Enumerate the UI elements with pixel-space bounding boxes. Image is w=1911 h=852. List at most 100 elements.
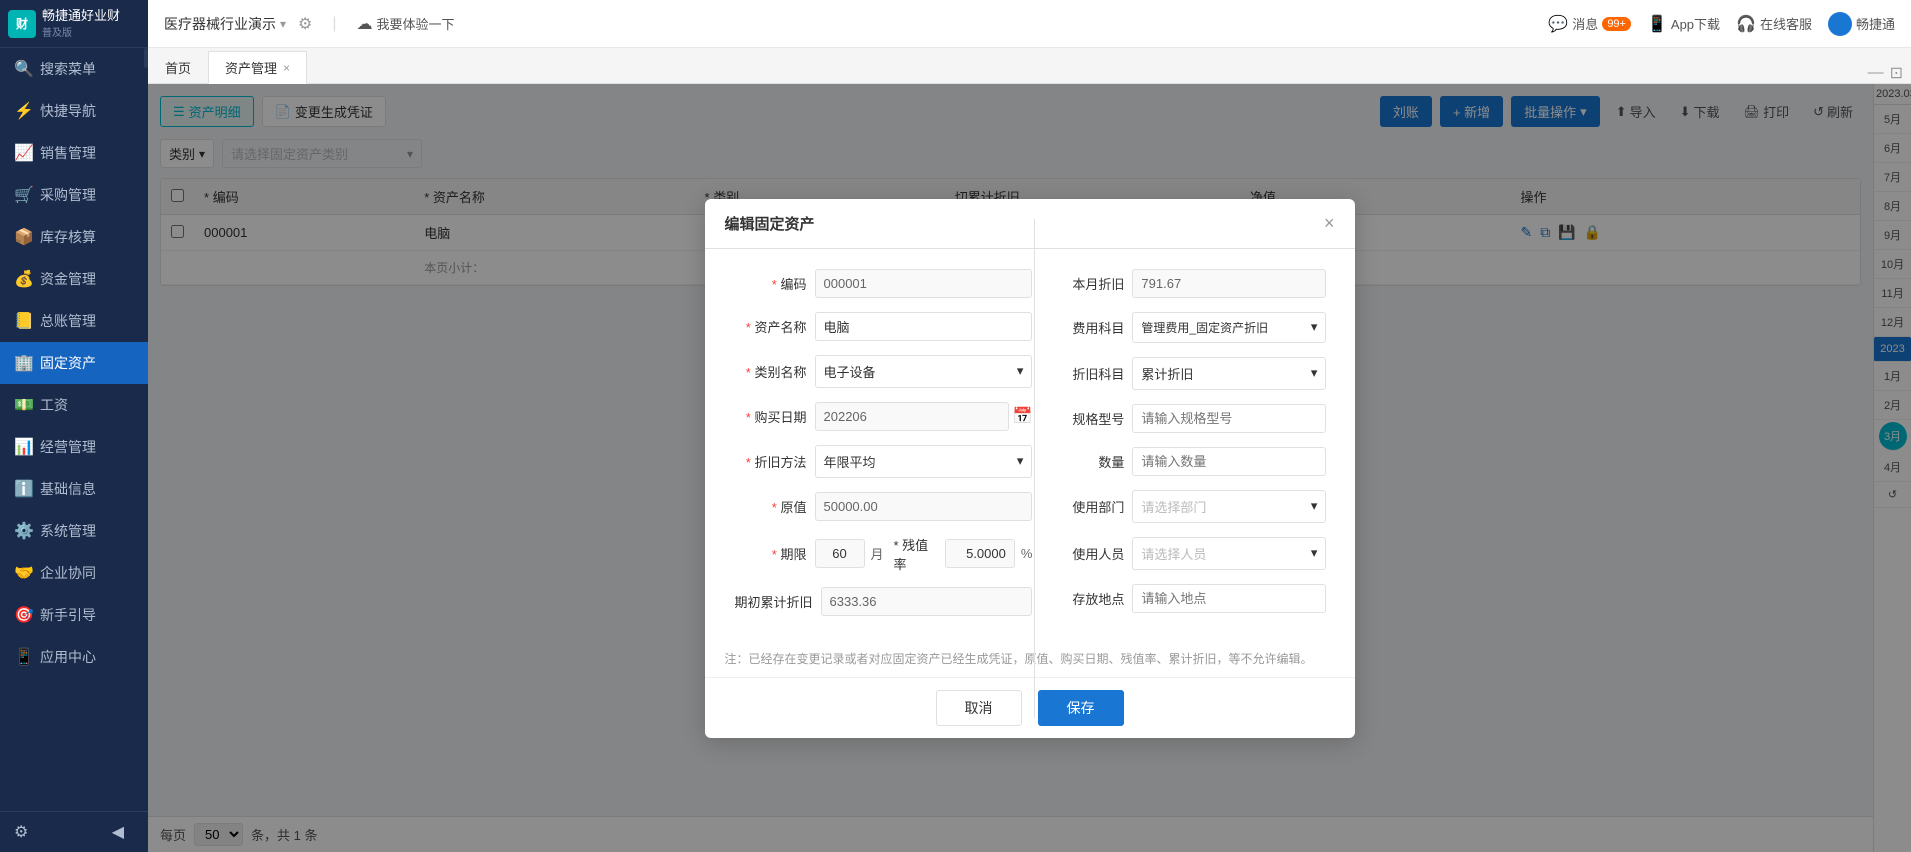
sidebar-header: 财 畅捷通好业财 普及版 [0, 0, 148, 48]
form-row-location: 存放地点 [1052, 584, 1326, 613]
chevron-down-icon: ▾ [1017, 363, 1024, 379]
form-row-person: 使用人员 请选择人员 ▾ [1052, 537, 1326, 570]
modal-note: 注：已经存在变更记录或者对应固定资产已经生成凭证，原值、购买日期、残值率、累计折… [705, 650, 1355, 677]
experience-btn[interactable]: ☁ 我要体验一下 [357, 14, 455, 34]
app-center-icon: 📱 [14, 647, 32, 667]
form-row-depreciation-account: 折旧科目 累计折旧 ▾ [1052, 357, 1326, 390]
form-right-col: 本月折旧 费用科目 管理费用_固定资产折旧 ▾ [1042, 269, 1336, 630]
purchase-date-input[interactable] [815, 402, 1009, 431]
message-badge: 99+ [1602, 17, 1631, 31]
tabs-bar: 首页 资产管理 × — ⊡ [148, 48, 1911, 84]
category-select[interactable]: 电子设备 ▾ [815, 355, 1033, 388]
collapse-icon[interactable]: ◀ [112, 822, 124, 842]
form-divider [1034, 219, 1035, 718]
form-grid: * 编码 * 资产名称 * 类别名称 [725, 269, 1335, 630]
depreciation-method-select[interactable]: 年限平均 ▾ [815, 445, 1033, 478]
app-title: 畅捷通好业财 [42, 8, 120, 24]
initial-depreciation-input[interactable] [821, 587, 1033, 616]
sidebar-item-sales[interactable]: 📈 销售管理 [0, 132, 148, 174]
edit-asset-modal: 编辑固定资产 × * 编码 [705, 199, 1355, 738]
department-select[interactable]: 请选择部门 ▾ [1132, 490, 1326, 523]
app-edition: 普及版 [42, 24, 120, 39]
settings-header-icon[interactable]: ⚙ [298, 14, 312, 34]
enterprise-icon: 🤝 [14, 563, 32, 583]
quick-nav-icon: ⚡ [14, 101, 32, 121]
company-name: 医疗器械行业演示 ▾ [164, 14, 286, 34]
code-input[interactable] [815, 269, 1033, 298]
expense-account-select[interactable]: 管理费用_固定资产折旧 ▾ [1132, 312, 1326, 343]
tab-close-icon[interactable]: × [283, 61, 290, 75]
name-input[interactable] [815, 312, 1033, 341]
location-input[interactable] [1132, 584, 1326, 613]
ledger-icon: 📒 [14, 311, 32, 331]
top-header: 医疗器械行业演示 ▾ ⚙ | ☁ 我要体验一下 💬 消息 99+ 📱 App下载… [148, 0, 1911, 48]
finance-icon: 💰 [14, 269, 32, 289]
form-row-purchase-date: * 购买日期 📅 [735, 402, 1033, 431]
message-btn[interactable]: 💬 消息 99+ [1548, 14, 1631, 34]
modal-footer: 取消 保存 [705, 677, 1355, 738]
header-right: 💬 消息 99+ 📱 App下载 🎧 在线客服 👤 畅捷通 [1548, 12, 1895, 36]
settings-icon[interactable]: ⚙ [14, 822, 28, 842]
sidebar-item-quick-nav[interactable]: ⚡ 快捷导航 [0, 90, 148, 132]
sidebar-item-inventory[interactable]: 📦 库存核算 [0, 216, 148, 258]
operations-icon: 📊 [14, 437, 32, 457]
sidebar-item-purchase[interactable]: 🛒 采购管理 [0, 174, 148, 216]
modal-close-btn[interactable]: × [1324, 213, 1335, 234]
purchase-icon: 🛒 [14, 185, 32, 205]
tab-maximize-icon[interactable]: ⊡ [1890, 63, 1903, 83]
cloud-icon: ☁ [357, 14, 373, 34]
tab-minimize-icon[interactable]: — [1868, 64, 1884, 82]
sidebar: 财 畅捷通好业财 普及版 🔍 搜索菜单 ⚡ 快捷导航 📈 销售管理 🛒 采购管理… [0, 0, 148, 852]
sidebar-item-fixed-assets[interactable]: 🏢 固定资产 [0, 342, 148, 384]
quantity-input[interactable] [1132, 447, 1326, 476]
calendar-icon[interactable]: 📅 [1013, 406, 1033, 426]
sidebar-item-search[interactable]: 🔍 搜索菜单 [0, 48, 148, 90]
form-row-initial-depreciation: 期初累计折旧 [735, 587, 1033, 616]
sidebar-item-system[interactable]: ⚙️ 系统管理 [0, 510, 148, 552]
sidebar-item-guide[interactable]: 🎯 新手引导 [0, 594, 148, 636]
form-row-department: 使用部门 请选择部门 ▾ [1052, 490, 1326, 523]
modal-title: 编辑固定资产 [725, 213, 815, 234]
original-value-input[interactable] [815, 492, 1033, 521]
sidebar-item-app-center[interactable]: 📱 应用中心 [0, 636, 148, 678]
sidebar-item-finance[interactable]: 💰 资金管理 [0, 258, 148, 300]
form-row-depreciation-method: * 折旧方法 年限平均 ▾ [735, 445, 1033, 478]
user-menu[interactable]: 👤 畅捷通 [1828, 12, 1895, 36]
form-row-original-value: * 原值 [735, 492, 1033, 521]
chevron-down-icon: ▾ [1311, 545, 1318, 561]
chevron-down-icon[interactable]: ▾ [280, 17, 286, 31]
app-download-btn[interactable]: 📱 App下载 [1647, 14, 1720, 34]
fixed-assets-icon: 🏢 [14, 353, 32, 373]
sidebar-item-ledger[interactable]: 📒 总账管理 [0, 300, 148, 342]
sidebar-item-payroll[interactable]: 💵 工资 [0, 384, 148, 426]
app-logo: 财 [8, 10, 36, 38]
search-icon: 🔍 [14, 59, 32, 79]
period-input[interactable] [815, 539, 865, 568]
save-button[interactable]: 保存 [1038, 690, 1124, 726]
monthly-depreciation-input[interactable] [1132, 269, 1326, 298]
message-icon: 💬 [1548, 14, 1568, 34]
sidebar-item-enterprise[interactable]: 🤝 企业协同 [0, 552, 148, 594]
form-row-quantity: 数量 [1052, 447, 1326, 476]
tab-home[interactable]: 首页 [148, 51, 208, 83]
form-row-code: * 编码 [735, 269, 1033, 298]
form-row-name: * 资产名称 [735, 312, 1033, 341]
form-left-col: * 编码 * 资产名称 * 类别名称 [725, 269, 1043, 630]
depreciation-account-select[interactable]: 累计折旧 ▾ [1132, 357, 1326, 390]
cancel-button[interactable]: 取消 [936, 690, 1022, 726]
modal-overlay: 编辑固定资产 × * 编码 [148, 84, 1911, 852]
inventory-icon: 📦 [14, 227, 32, 247]
sidebar-item-operations[interactable]: 📊 经营管理 [0, 426, 148, 468]
residue-rate-input[interactable] [945, 539, 1015, 568]
tab-asset-management[interactable]: 资产管理 × [208, 51, 307, 84]
spec-input[interactable] [1132, 404, 1326, 433]
online-service-btn[interactable]: 🎧 在线客服 [1736, 14, 1812, 34]
system-icon: ⚙️ [14, 521, 32, 541]
sidebar-bottom: ⚙ ◀ [0, 811, 148, 852]
payroll-icon: 💵 [14, 395, 32, 415]
form-row-expense-account: 费用科目 管理费用_固定资产折旧 ▾ [1052, 312, 1326, 343]
chevron-down-icon: ▾ [1017, 453, 1024, 469]
form-row-period: * 期限 月 * 残值率 % [735, 535, 1033, 573]
sidebar-item-basic-info[interactable]: ℹ️ 基础信息 [0, 468, 148, 510]
person-select[interactable]: 请选择人员 ▾ [1132, 537, 1326, 570]
